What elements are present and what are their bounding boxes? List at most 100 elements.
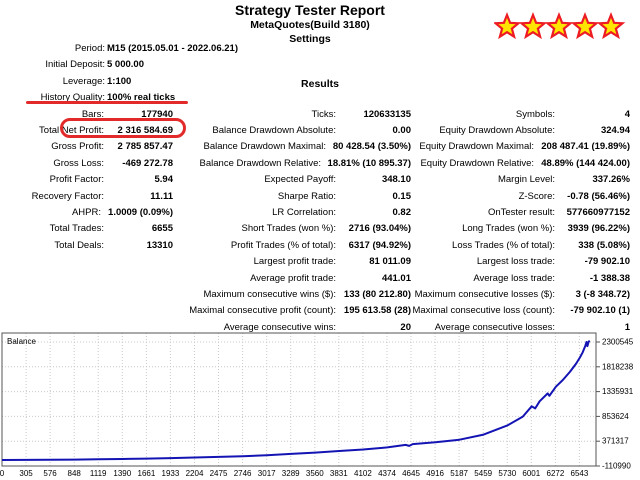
stat-value: -79 902.10 (1) [570,305,630,317]
stat-value: 13310 [146,239,173,251]
y-axis-label: 371317 [602,437,629,446]
stat-label: Gross Profit: [51,141,104,153]
stat-value: 5.94 [154,174,174,186]
stat-value: 6317 (94.92%) [348,239,411,251]
stat-value: 11.11 [150,190,173,202]
x-axis-label: 2746 [234,469,252,478]
stat-value: 48.89% (144 424.00) [541,157,630,169]
stat-row: 48.89% (144 424.00) Equity Drawdown Relat… [412,156,630,172]
stat-row: 195 613.58 (28) Maximal consecutive profi… [189,303,411,319]
stat-row: 6317 (94.92%) Profit Trades (% of total): [225,238,411,254]
star-icon [596,12,626,40]
stat-label: Symbols: [515,108,555,120]
stat-value: 3 (-8 348.72) [575,288,630,300]
y-axis-label: 2300545 [602,338,634,347]
stat-row: 324.94 Equity Drawdown Absolute: [412,123,630,139]
stat-label: LR Correlation: [272,206,336,218]
stat-value: 324.94 [600,124,630,136]
stat-label: Average profit trade: [250,272,336,284]
x-axis-label: 4916 [426,469,444,478]
total-net-profit-red-circle [60,118,186,138]
stat-value: 0.00 [392,124,412,136]
stat-value: 338 (5.08%) [578,239,630,251]
stat-label: Profit Factor: [49,174,104,186]
x-axis-label: 6001 [522,469,540,478]
star-icon [570,12,600,40]
x-axis-label: 3017 [258,469,276,478]
stat-row: -79 902.10 Largest loss trade: [412,254,630,270]
stat-row: 208 487.41 (19.89%) Equity Drawdown Maxim… [412,139,630,155]
settings-row: History Quality: 100% real ticks [0,90,280,106]
x-axis-label: 4102 [354,469,372,478]
stat-label: Z-Score: [518,190,555,202]
stat-value: 0.82 [392,206,412,218]
stat-label: Long Trades (won %): [462,223,555,235]
stat-row: 6655 Total Trades: [0,221,173,237]
setting-label: Leverage: [62,75,105,87]
stat-label: Profit Trades (% of total): [230,239,336,251]
stat-row: 2 785 857.47 Gross Profit: [0,139,173,155]
x-axis-label: 1933 [162,469,180,478]
settings-row: Period: M15 (2015.05.01 - 2022.06.21) [0,41,280,57]
settings-table: Period: M15 (2015.05.01 - 2022.06.21) Init… [0,41,280,107]
stat-value: -469 272.78 [122,157,173,169]
stat-label: Recovery Factor: [31,190,104,202]
stat-value: 1.0009 (0.09%) [108,206,173,218]
stat-row: 81 011.09 Largest profit trade: [225,254,411,270]
stat-row: -0.78 (56.46%) Z-Score: [412,189,630,205]
stat-row: 0.00 Balance Drawdown Absolute: [212,123,412,139]
stat-value: 0.15 [392,190,412,202]
stat-value: 80 428.54 (3.50%) [332,141,411,153]
stat-row: 5.94 Profit Factor: [0,172,173,188]
stat-value: 195 613.58 (28) [343,305,411,317]
stat-value: 337.26% [592,174,630,186]
stat-row: 0.82 LR Correlation: [225,205,411,221]
stat-row: 1.0009 (0.09%) AHPR: [0,205,173,221]
y-axis-label: 1818238 [602,362,634,371]
x-axis-label: 6272 [547,469,565,478]
stat-row: 80 428.54 (3.50%) Balance Drawdown Maxima… [204,139,412,155]
stat-row: 4 Symbols: [412,107,630,123]
x-axis-label: 5459 [474,469,492,478]
stat-label: OnTester result: [487,206,555,218]
y-axis-label: 1335931 [602,387,634,396]
stat-row: 2716 (93.04%) Short Trades (won %): [225,221,411,237]
balance-line [1,340,591,461]
stat-row: 441.01 Average profit trade: [225,271,411,287]
stat-row: 120633135 Ticks: [225,107,411,123]
stat-value: 441.01 [381,272,411,284]
x-axis-label: 576 [43,469,57,478]
stat-value: 120633135 [363,108,411,120]
stat-label: Gross Loss: [53,157,104,169]
stat-label: Short Trades (won %): [241,223,336,235]
stat-row: 13310 Total Deals: [0,238,173,254]
stat-row: 0.15 Sharpe Ratio: [225,189,411,205]
stat-label: Maximal consecutive loss (count): [412,305,555,317]
stat-value: 2716 (93.04%) [348,223,411,235]
stat-label: Ticks: [311,108,336,120]
x-axis-label: 305 [19,469,33,478]
stat-value: 3939 (96.22%) [567,223,630,235]
stat-label: Maximal consecutive profit (count): [189,305,336,317]
stat-row: 133 (80 212.80) Maximum consecutive wins … [203,287,411,303]
star-icon [494,12,522,40]
stat-value: 4 [624,108,630,120]
stat-label: Sharpe Ratio: [277,190,336,202]
setting-label: Initial Deposit: [45,59,105,71]
stat-label: Largest profit trade: [253,256,336,268]
stat-row: -79 902.10 (1) Maximal consecutive loss (… [412,303,630,319]
stat-label: Margin Level: [497,174,555,186]
stat-value: 348.10 [381,174,411,186]
x-axis-label: 2204 [186,469,204,478]
stat-row: 3939 (96.22%) Long Trades (won %): [412,221,630,237]
setting-value: M15 (2015.05.01 - 2022.06.21) [107,43,238,54]
star-icon [544,12,574,40]
history-quality-red-underline [26,101,188,104]
stat-row: 18.81% (10 895.37) Balance Drawdown Relat… [200,156,411,172]
stat-label: Equity Drawdown Relative: [420,157,534,169]
stat-value: -0.78 (56.46%) [567,190,630,202]
stat-label: Maximum consecutive wins ($): [203,288,336,300]
x-axis-label: 4645 [402,469,420,478]
stats-column-middle: 120633135 Ticks: 0.00 Balance Drawdown Abso… [189,107,412,336]
setting-label: Period: [74,43,105,54]
